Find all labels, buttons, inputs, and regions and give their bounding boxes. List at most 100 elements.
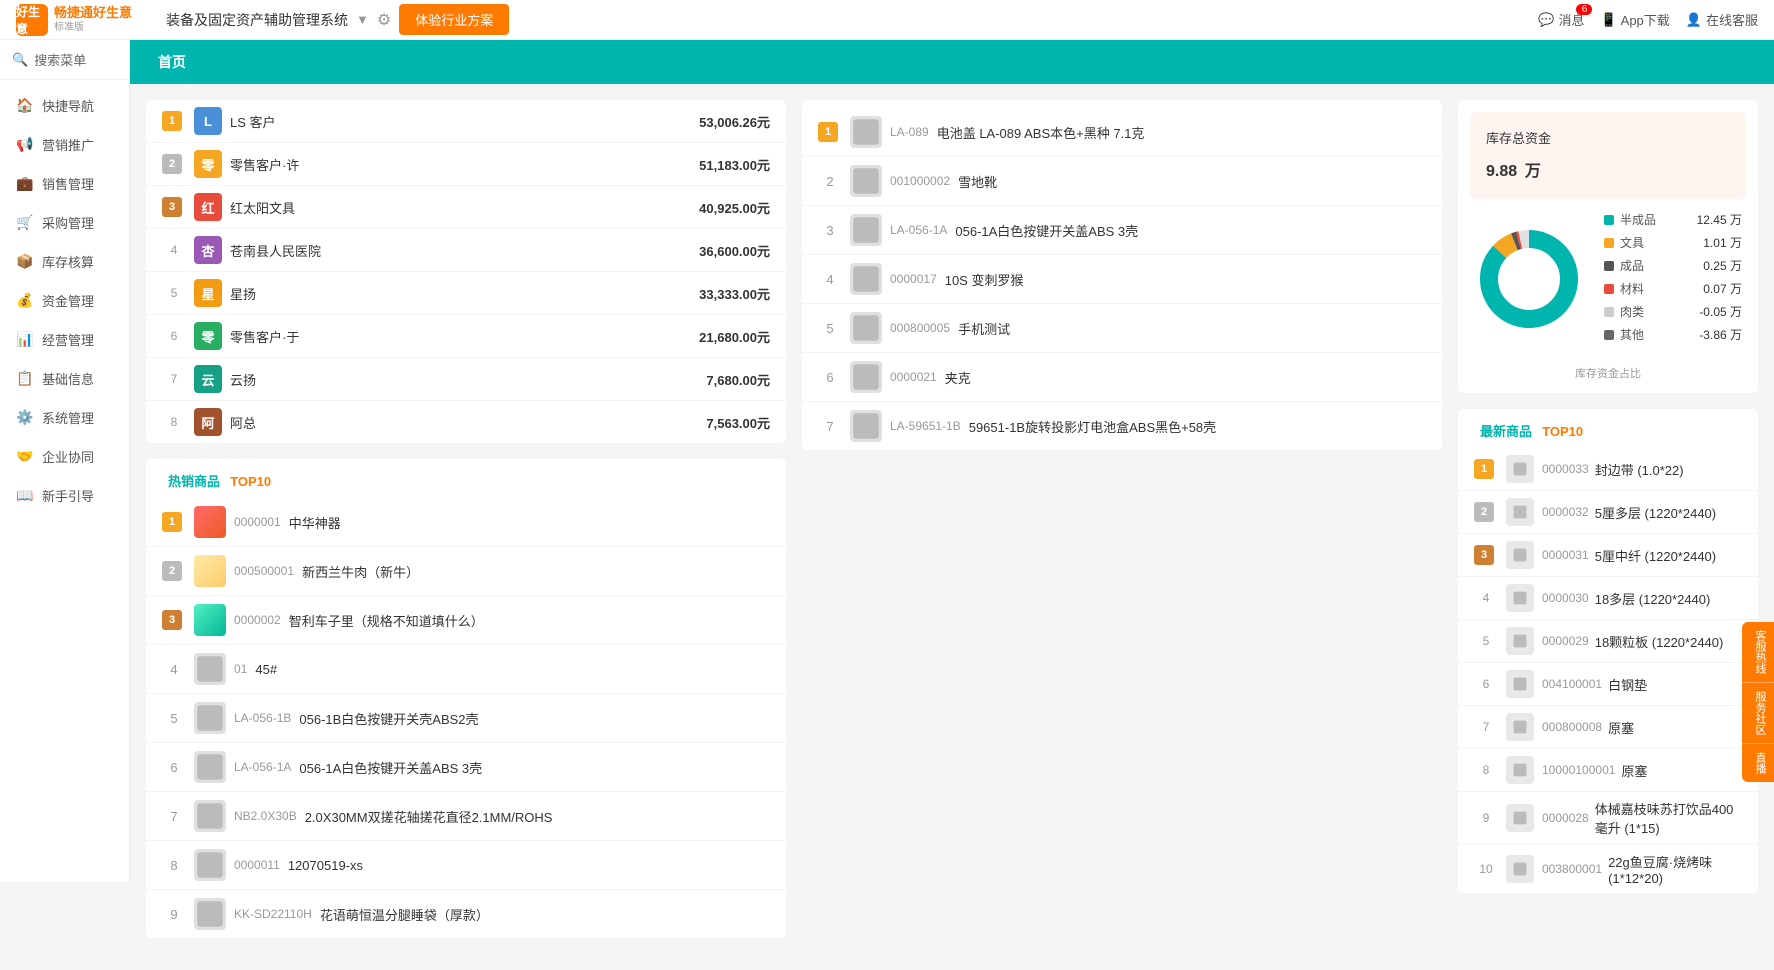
product-row-9: 9 KK-SD22110H 花语萌恒温分腿睡袋（厚款） [146, 890, 786, 938]
sidebar: 🔍 搜索菜单 🏠 快捷导航 📢 营销推广 💼 销售管理 🛒 采购管理 📦 库存核… [0, 40, 130, 882]
product-top10-right-section: 1 LA-089 电池盖 LA-089 ABS本色+黑种 7.1克 2 [802, 100, 1442, 954]
donut-chart [1474, 224, 1584, 337]
sidebar-item-quicknav[interactable]: 🏠 快捷导航 [0, 86, 129, 125]
product-row-7: 7 NB2.0X30B 2.0X30MM双搓花轴搓花直径2.1MM/ROHS [146, 792, 786, 841]
placeholder-icon [194, 849, 226, 881]
new-product-row-6: 6 004100001 白钢垫 [1458, 663, 1758, 706]
topbar-center: 装备及固定资产辅助管理系统 ▼ ⚙ 体验行业方案 [146, 4, 1538, 35]
avatar-3: 红 [194, 193, 222, 221]
new-product-img-1 [1506, 455, 1534, 483]
main-content: 首页 1 L LS [130, 40, 1774, 970]
inventory-amount: 9.88 万 [1486, 151, 1730, 183]
new-product-row-7: 7 000800008 原塞 [1458, 706, 1758, 749]
sidebar-item-guide[interactable]: 📖 新手引导 [0, 476, 129, 515]
customer-top10: 1 L LS 客户 53,006.26元 2 [146, 100, 786, 443]
system-icon: ⚙️ [16, 409, 34, 427]
inventory-legend: 半成品 12.45 万 文具 1.01 万 成品 0.25 万 [1604, 211, 1742, 349]
product-top10-right-card: 1 LA-089 电池盖 LA-089 ABS本色+黑种 7.1克 2 [802, 100, 1442, 450]
operations-icon: 📊 [16, 331, 34, 349]
phone-icon: 📱 [1600, 12, 1616, 28]
product-img-5 [194, 702, 226, 734]
avatar-1: L [194, 107, 222, 135]
customer-table: 1 L LS 客户 53,006.26元 2 [146, 100, 786, 443]
dropdown-icon[interactable]: ▼ [356, 12, 369, 27]
experience-btn[interactable]: 体验行业方案 [399, 4, 509, 35]
basic-info-icon: 📋 [16, 370, 34, 388]
sidebar-item-basic-info[interactable]: 📋 基础信息 [0, 359, 129, 398]
gear-icon[interactable]: ⚙ [377, 10, 391, 30]
placeholder-icon [194, 800, 226, 832]
inventory-label: 库存总资金 [1486, 128, 1730, 147]
product-row-3: 3 0000002 智利车子里（规格不知道填什么） [146, 596, 786, 645]
avatar-8: 阿 [194, 408, 222, 436]
new-product-row-5: 5 0000029 18颗粒板 (1220*2440) [1458, 620, 1758, 663]
customer-row-2: 2 零 零售客户·许 51,183.00元 [146, 143, 786, 186]
customer-service-btn[interactable]: 客服热线 [1742, 622, 1774, 683]
rank-1: 1 [162, 111, 186, 131]
product-right-img-7 [850, 410, 882, 442]
message-badge: 6 [1576, 4, 1592, 15]
product-row-5: 5 LA-056-1B 056-1B白色按键开关壳ABS2壳 [146, 694, 786, 743]
message-btn[interactable]: 💬 消息 6 [1538, 10, 1584, 29]
right-column: 库存总资金 9.88 万 [1458, 100, 1758, 954]
new-product-row-10: 10 003800001 22g鱼豆腐·烧烤味 (1*12*20) [1458, 845, 1758, 893]
sidebar-search[interactable]: 🔍 搜索菜单 [0, 40, 129, 80]
new-product-img-8 [1506, 756, 1534, 784]
sidebar-item-purchase[interactable]: 🛒 采购管理 [0, 203, 129, 242]
inventory-summary: 库存总资金 9.88 万 [1470, 112, 1746, 199]
sidebar-item-inventory[interactable]: 📦 库存核算 [0, 242, 129, 281]
product-img-9 [194, 898, 226, 930]
legend-dot-1 [1604, 215, 1614, 225]
float-service: 客服热线 服务社区 直播 [1742, 622, 1774, 782]
hot-products-card: 热销商品 TOP10 1 0000001 中华神器 2 [146, 459, 786, 938]
rank-4: 4 [162, 243, 186, 257]
live-btn[interactable]: 直播 [1742, 744, 1774, 782]
home-tab[interactable]: 首页 [150, 52, 194, 72]
product-right-row-2: 2 001000002 雪地靴 [802, 157, 1442, 206]
customer-amount-5: 33,333.00元 [699, 284, 770, 303]
sidebar-item-enterprise[interactable]: 🤝 企业协同 [0, 437, 129, 476]
customer-row-3: 3 红 红太阳文具 40,925.00元 [146, 186, 786, 229]
service-btn[interactable]: 👤 在线客服 [1686, 10, 1758, 29]
customer-name-1: LS 客户 [230, 112, 699, 131]
guide-icon: 📖 [16, 487, 34, 505]
placeholder-icon [194, 898, 226, 930]
logo: 好生意 畅捷通好生意 标准版 [16, 4, 146, 36]
product-row-4: 4 01 45# [146, 645, 786, 694]
product-img-6 [194, 751, 226, 783]
sidebar-item-marketing[interactable]: 📢 营销推广 [0, 125, 129, 164]
product-right-img-5 [850, 312, 882, 344]
marketing-icon: 📢 [16, 136, 34, 154]
sidebar-item-sales[interactable]: 💼 销售管理 [0, 164, 129, 203]
legend-dot-6 [1604, 330, 1614, 340]
customer-top10-card: 1 L LS 客户 53,006.26元 2 [146, 100, 786, 954]
legend-item-stationery: 文具 1.01 万 [1604, 234, 1742, 251]
new-product-img-9 [1506, 804, 1534, 832]
service-community-btn[interactable]: 服务社区 [1742, 683, 1774, 744]
product-right-row-5: 5 000800005 手机测试 [802, 304, 1442, 353]
rank-7: 7 [162, 372, 186, 386]
topbar-right: 💬 消息 6 📱 App下载 👤 在线客服 [1538, 10, 1758, 29]
product-right-row-1: 1 LA-089 电池盖 LA-089 ABS本色+黑种 7.1克 [802, 108, 1442, 157]
main-left: 1 L LS 客户 53,006.26元 2 [146, 100, 1442, 954]
app-download-btn[interactable]: 📱 App下载 [1600, 10, 1669, 29]
search-icon: 🔍 [12, 52, 28, 68]
new-products-list: 1 0000033 封边带 (1.0*22) 2 0000032 5厘多 [1458, 448, 1758, 893]
product-img-8 [194, 849, 226, 881]
new-product-img-5 [1506, 627, 1534, 655]
customer-name-8: 阿总 [230, 413, 706, 432]
new-product-row-4: 4 0000030 18多层 (1220*2440) [1458, 577, 1758, 620]
logo-text: 畅捷通好生意 标准版 [54, 5, 132, 35]
customer-amount-1: 53,006.26元 [699, 112, 770, 131]
sidebar-item-finance[interactable]: 💰 资金管理 [0, 281, 129, 320]
legend-dot-5 [1604, 307, 1614, 317]
customer-name-7: 云扬 [230, 370, 706, 389]
new-product-row-8: 8 10000100001 原塞 [1458, 749, 1758, 792]
inventory-chart: 半成品 12.45 万 文具 1.01 万 成品 0.25 万 [1458, 211, 1758, 365]
customer-name-2: 零售客户·许 [230, 155, 699, 174]
sidebar-item-operations[interactable]: 📊 经营管理 [0, 320, 129, 359]
placeholder-icon [194, 751, 226, 783]
sidebar-item-system[interactable]: ⚙️ 系统管理 [0, 398, 129, 437]
product-row-2: 2 000500001 新西兰牛肉（新牛） [146, 547, 786, 596]
new-product-img-6 [1506, 670, 1534, 698]
